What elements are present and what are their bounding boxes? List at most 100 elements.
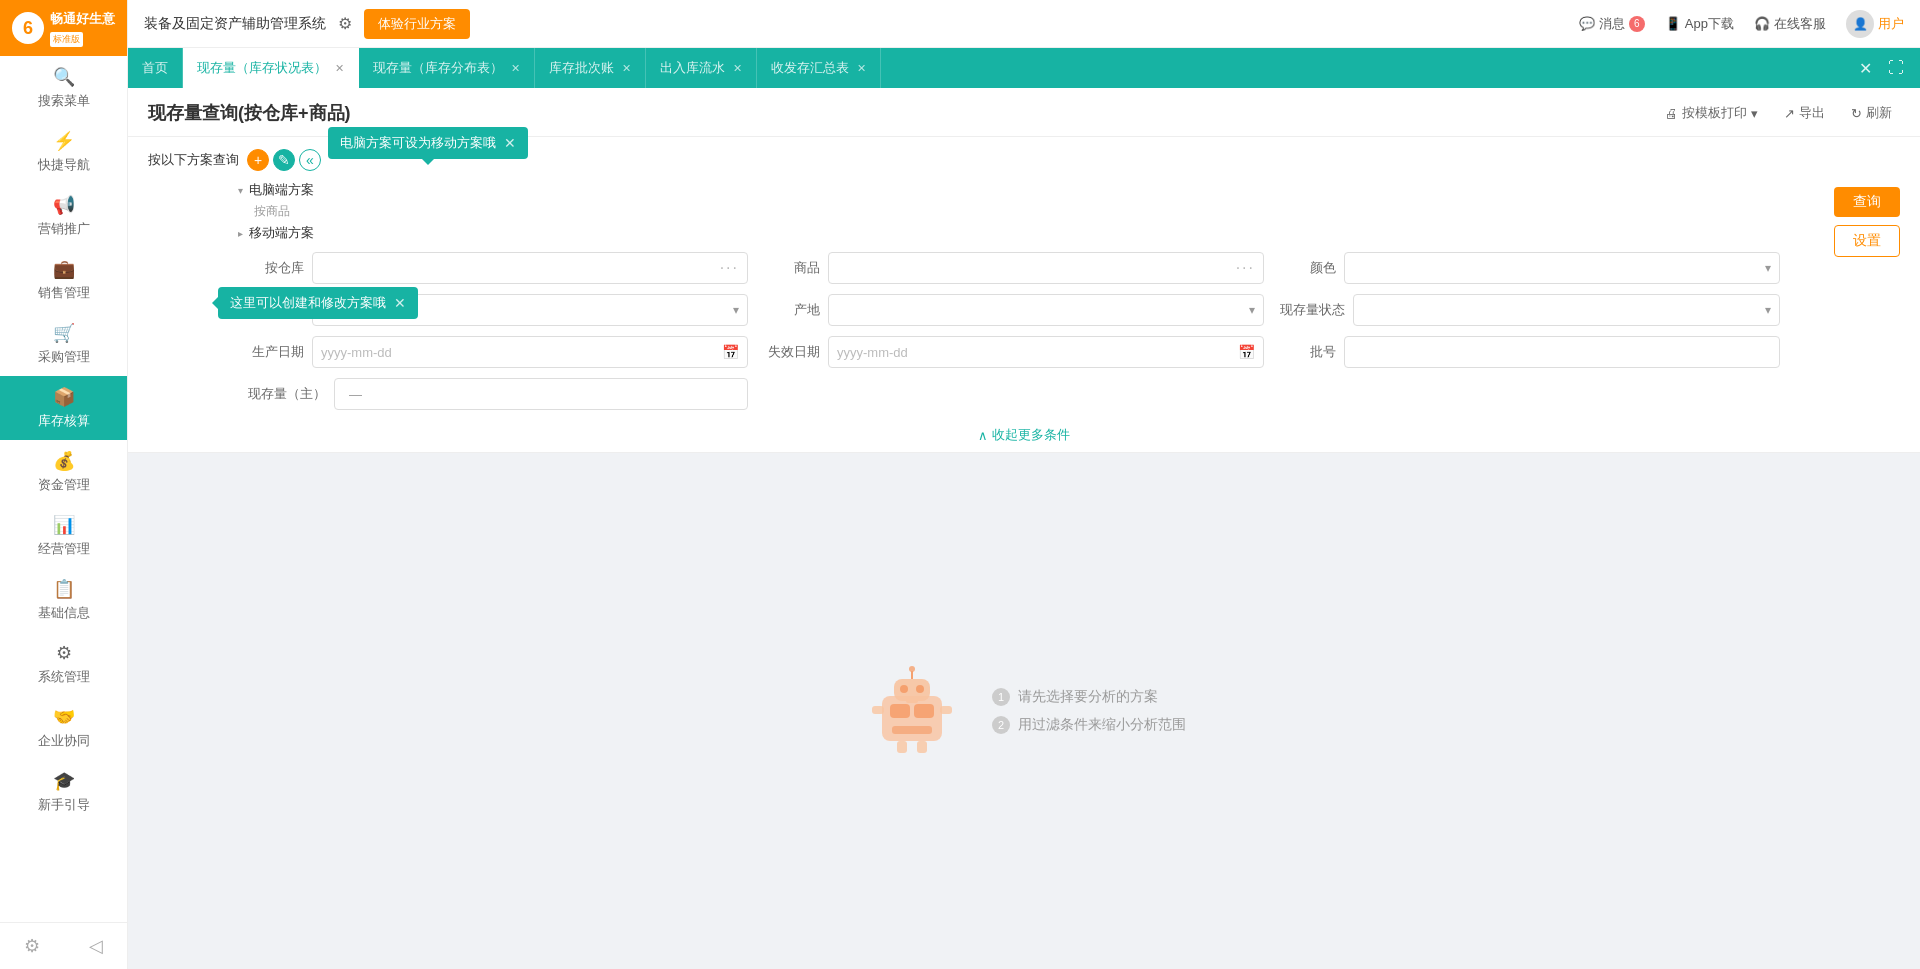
svg-rect-5 <box>940 706 952 714</box>
warehouse-input[interactable]: ··· <box>312 252 748 284</box>
stock-status-select[interactable]: ▾ <box>1353 294 1780 326</box>
sidebar-item-purchase[interactable]: 🛒 采购管理 <box>0 312 127 376</box>
production-date-label: 生产日期 <box>248 343 304 361</box>
header-right: 💬 消息 6 📱 App下载 🎧 在线客服 👤 用户 <box>1579 10 1904 38</box>
tab-home[interactable]: 首页 <box>128 48 183 88</box>
scheme-tooltip-close[interactable]: ✕ <box>504 135 516 151</box>
sidebar-item-system[interactable]: ⚙ 系统管理 <box>0 632 127 696</box>
purchase-icon: 🛒 <box>53 322 75 344</box>
color-select[interactable]: ▾ <box>1344 252 1780 284</box>
marketing-icon: 📢 <box>53 194 75 216</box>
sidebar-item-inventory[interactable]: 📦 库存核算 <box>0 376 127 440</box>
refresh-icon: ↻ <box>1851 106 1862 121</box>
empty-text: 1 请先选择要分析的方案 2 用过滤条件来缩小分析范围 <box>992 688 1186 734</box>
stock-qty-range[interactable]: — <box>334 378 748 410</box>
tab-close-inventory-dist[interactable]: ✕ <box>511 62 520 75</box>
scheme-item-mobile[interactable]: ▸ 移动端方案 <box>238 224 314 242</box>
print-btn[interactable]: 🖨 按模板打印 ▾ <box>1657 100 1766 126</box>
stock-qty-label: 现存量（主） <box>248 385 326 403</box>
refresh-btn[interactable]: ↻ 刷新 <box>1843 100 1900 126</box>
empty-state: 1 请先选择要分析的方案 2 用过滤条件来缩小分析范围 <box>128 453 1920 969</box>
tab-close-receive-summary[interactable]: ✕ <box>857 62 866 75</box>
tab-inventory-status[interactable]: 现存量（库存状况表） ✕ <box>183 48 359 88</box>
sidebar-collapse-btn[interactable]: ◁ <box>89 935 103 957</box>
tabs-bar: 首页 现存量（库存状况表） ✕ 现存量（库存分布表） ✕ 库存批次账 ✕ 出入库… <box>128 48 1920 88</box>
filter-origin: 产地 ▾ <box>764 294 1264 326</box>
sidebar-logo: 6 畅通好生意 标准版 <box>0 0 127 56</box>
query-btn[interactable]: 查询 <box>1834 187 1900 217</box>
production-date-input[interactable]: yyyy-mm-dd 📅 <box>312 336 748 368</box>
logo-text: 畅通好生意 标准版 <box>50 10 115 47</box>
filter-stock-status: 现存量状态 ▾ <box>1280 294 1780 326</box>
app-download-btn[interactable]: 📱 App下载 <box>1665 15 1734 33</box>
filter-expiry-date: 失效日期 yyyy-mm-dd 📅 <box>764 336 1264 368</box>
sidebar-item-sales[interactable]: 💼 销售管理 <box>0 248 127 312</box>
back-scheme-btn[interactable]: « <box>299 149 321 171</box>
query-buttons: 查询 设置 <box>1834 187 1900 257</box>
support-btn[interactable]: 🎧 在线客服 <box>1754 15 1826 33</box>
sidebar-item-quick-nav[interactable]: ⚡ 快捷导航 <box>0 120 127 184</box>
origin-chevron-icon: ▾ <box>1249 303 1255 317</box>
export-icon: ↗ <box>1784 106 1795 121</box>
logo-icon: 6 <box>12 12 44 44</box>
origin-label: 产地 <box>764 301 820 319</box>
svg-point-11 <box>900 685 908 693</box>
tab-close-inventory-status[interactable]: ✕ <box>335 62 344 75</box>
hint-num-1: 1 <box>992 688 1010 706</box>
edit-scheme-btn[interactable]: ✎ <box>273 149 295 171</box>
tabs-close-all-btn[interactable]: ✕ <box>1855 55 1876 82</box>
goods-input[interactable]: ··· <box>828 252 1264 284</box>
size-chevron-icon: ▾ <box>733 303 739 317</box>
collapse-row[interactable]: ∧ 收起更多条件 <box>128 418 1920 453</box>
sidebar-item-enterprise[interactable]: 🤝 企业协同 <box>0 696 127 760</box>
color-label: 颜色 <box>1280 259 1336 277</box>
sidebar: 6 畅通好生意 标准版 🔍 搜索菜单 ⚡ 快捷导航 📢 营销推广 💼 销售管理 … <box>0 0 128 969</box>
page-actions: 🖨 按模板打印 ▾ ↗ 导出 ↻ 刷新 <box>1657 100 1900 126</box>
sidebar-item-operations[interactable]: 📊 经营管理 <box>0 504 127 568</box>
tab-inventory-dist[interactable]: 现存量（库存分布表） ✕ <box>359 48 535 88</box>
tabs-fullscreen-btn[interactable]: ⛶ <box>1884 55 1908 81</box>
goods-label: 商品 <box>764 259 820 277</box>
origin-select[interactable]: ▾ <box>828 294 1264 326</box>
sidebar-item-basic-info[interactable]: 📋 基础信息 <box>0 568 127 632</box>
stock-status-label: 现存量状态 <box>1280 301 1345 319</box>
sidebar-item-finance[interactable]: 💰 资金管理 <box>0 440 127 504</box>
tab-close-batch-account[interactable]: ✕ <box>622 62 631 75</box>
header-settings-icon[interactable]: ⚙ <box>338 14 352 33</box>
svg-rect-3 <box>892 726 932 734</box>
page-content: 现存量查询(按仓库+商品) 🖨 按模板打印 ▾ ↗ 导出 ↻ 刷新 <box>128 88 1920 969</box>
filter-scheme-label: 按以下方案查询 <box>148 151 239 169</box>
svg-rect-6 <box>897 741 907 753</box>
enterprise-icon: 🤝 <box>53 706 75 728</box>
tab-inout-flow[interactable]: 出入库流水 ✕ <box>646 48 757 88</box>
msg-icon: 💬 <box>1579 16 1595 31</box>
sidebar-bottom: ⚙ ◁ <box>0 922 127 969</box>
svg-point-12 <box>916 685 924 693</box>
sidebar-item-marketing[interactable]: 📢 营销推广 <box>0 184 127 248</box>
filter-color: 颜色 ▾ <box>1280 252 1780 284</box>
quick-nav-icon: ⚡ <box>53 130 75 152</box>
mobile-scheme-arrow: ▸ <box>238 228 243 239</box>
trial-btn[interactable]: 体验行业方案 <box>364 9 470 39</box>
svg-rect-1 <box>890 704 910 718</box>
tab-close-inout-flow[interactable]: ✕ <box>733 62 742 75</box>
finance-icon: 💰 <box>53 450 75 472</box>
tab-receive-summary[interactable]: 收发存汇总表 ✕ <box>757 48 881 88</box>
tab-batch-account[interactable]: 库存批次账 ✕ <box>535 48 646 88</box>
user-menu[interactable]: 👤 用户 <box>1846 10 1904 38</box>
export-btn[interactable]: ↗ 导出 <box>1776 100 1833 126</box>
sidebar-item-guide[interactable]: 🎓 新手引导 <box>0 760 127 824</box>
edit-tooltip-close[interactable]: ✕ <box>394 295 406 311</box>
reset-btn[interactable]: 设置 <box>1834 225 1900 257</box>
scheme-item-pc[interactable]: ▾ 电脑端方案 <box>238 181 314 199</box>
sidebar-settings-btn[interactable]: ⚙ <box>24 935 40 957</box>
inventory-icon: 📦 <box>53 386 75 408</box>
sidebar-item-search-menu[interactable]: 🔍 搜索菜单 <box>0 56 127 120</box>
msg-btn[interactable]: 💬 消息 6 <box>1579 15 1645 33</box>
batch-no-input[interactable] <box>1344 336 1780 368</box>
basic-info-icon: 📋 <box>53 578 75 600</box>
pc-sub-label: 按商品 <box>238 203 314 220</box>
expiry-date-input[interactable]: yyyy-mm-dd 📅 <box>828 336 1264 368</box>
search-icon: 🔍 <box>53 66 75 88</box>
add-scheme-btn[interactable]: + <box>247 149 269 171</box>
